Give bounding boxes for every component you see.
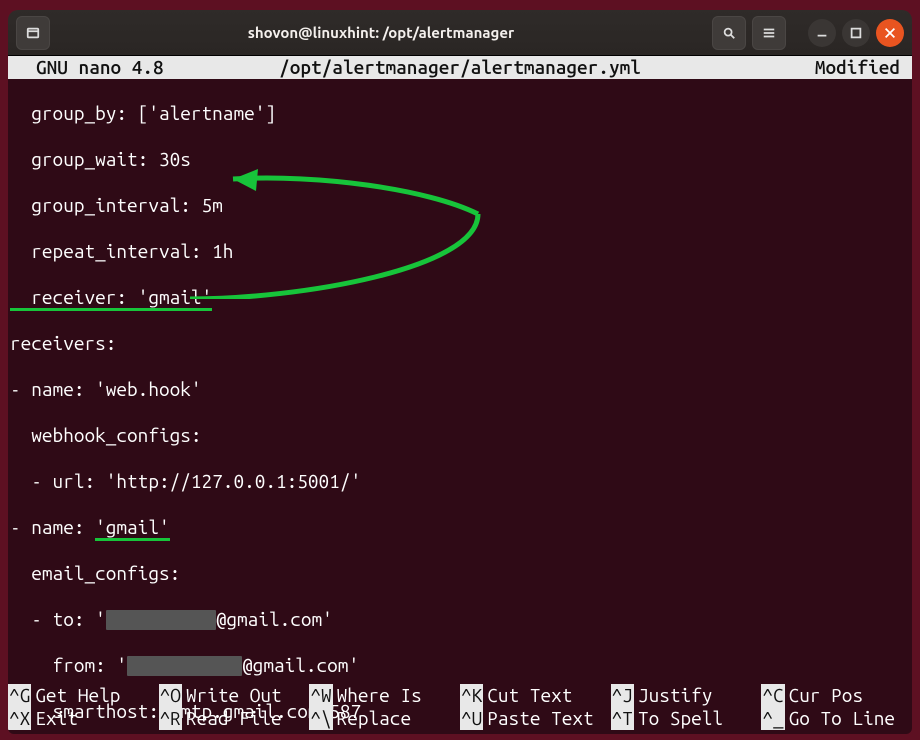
shortcut-go-to-line: ^_Go To Line	[761, 707, 912, 730]
file-line: receiver: 'gmail'	[8, 286, 912, 309]
nano-statusbar: /opt/alertmanager/alertmanager.yml GNU n…	[8, 56, 912, 79]
file-line: email_configs:	[8, 562, 912, 585]
shortcut-justify: ^JJustify	[611, 684, 762, 707]
file-line: receivers:	[8, 332, 912, 355]
file-line: group_by: ['alertname']	[8, 102, 912, 125]
file-line: webhook_configs:	[8, 424, 912, 447]
shortcut-to-spell: ^TTo Spell	[611, 707, 762, 730]
redacted-text	[127, 656, 242, 676]
search-icon	[722, 26, 736, 40]
shortcut-get-help: ^GGet Help	[8, 684, 159, 707]
minimize-button[interactable]	[808, 19, 836, 47]
close-icon	[883, 26, 897, 40]
shortcut-paste-text: ^UPaste Text	[460, 707, 611, 730]
window-titlebar: shovon@linuxhint: /opt/alertmanager	[8, 10, 912, 56]
shortcut-where-is: ^WWhere Is	[309, 684, 460, 707]
search-button[interactable]	[712, 16, 746, 50]
editor-content[interactable]: group_by: ['alertname'] group_wait: 30s …	[8, 79, 912, 734]
close-button[interactable]	[876, 19, 904, 47]
shortcut-read-file: ^RRead File	[159, 707, 310, 730]
file-line: - to: '@gmail.com'	[8, 608, 912, 631]
file-line: group_interval: 5m	[8, 194, 912, 217]
minimize-icon	[815, 26, 829, 40]
hamburger-icon	[762, 26, 776, 40]
shortcut-cut-text: ^KCut Text	[460, 684, 611, 707]
file-line: - name: 'web.hook'	[8, 378, 912, 401]
menu-button[interactable]	[752, 16, 786, 50]
nano-shortcut-bar: ^GGet Help ^OWrite Out ^WWhere Is ^KCut …	[8, 684, 912, 730]
file-line: - name: 'gmail'	[8, 516, 912, 539]
maximize-button[interactable]	[842, 19, 870, 47]
maximize-icon	[849, 26, 863, 40]
file-line: repeat_interval: 1h	[8, 240, 912, 263]
file-line: group_wait: 30s	[8, 148, 912, 171]
file-line: - url: 'http://127.0.0.1:5001/'	[8, 470, 912, 493]
shortcut-replace: ^\Replace	[309, 707, 460, 730]
nano-version: GNU nano 4.8	[14, 56, 164, 79]
terminal[interactable]: /opt/alertmanager/alertmanager.yml GNU n…	[8, 56, 912, 734]
shortcut-cur-pos: ^CCur Pos	[761, 684, 912, 707]
redacted-text	[106, 610, 216, 630]
shortcut-exit: ^XExit	[8, 707, 159, 730]
file-line: from: '@gmail.com'	[8, 654, 912, 677]
new-tab-button[interactable]	[16, 16, 50, 50]
shortcut-write-out: ^OWrite Out	[159, 684, 310, 707]
nano-modified: Modified	[815, 56, 906, 79]
terminal-tab-icon	[26, 26, 40, 40]
window-title: shovon@linuxhint: /opt/alertmanager	[50, 24, 712, 41]
